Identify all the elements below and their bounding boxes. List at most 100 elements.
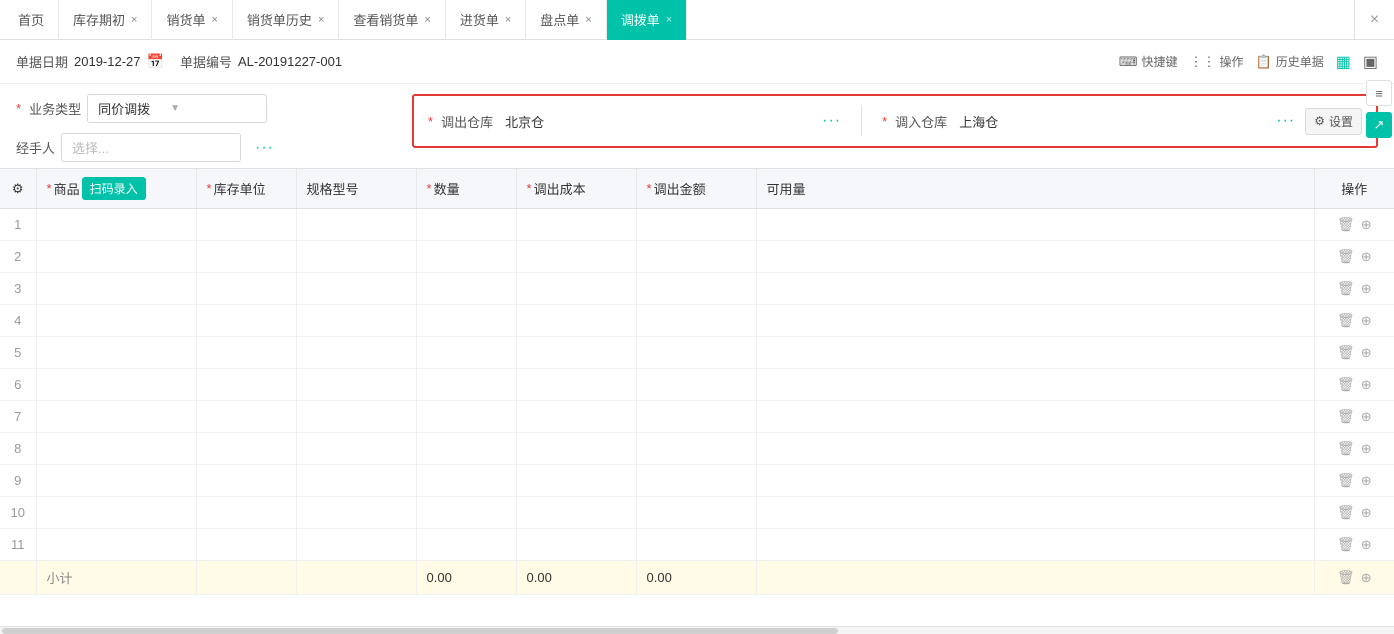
- delete-icon[interactable]: 🗑: [1337, 248, 1355, 265]
- cell-qty[interactable]: [416, 369, 516, 401]
- cell-cost[interactable]: [516, 273, 636, 305]
- scrollbar-area[interactable]: [0, 626, 1394, 634]
- grid-view-1-button[interactable]: ▦: [1336, 52, 1351, 72]
- operation-button[interactable]: ⋮⋮ 操作: [1190, 53, 1244, 70]
- cell-cost[interactable]: [516, 465, 636, 497]
- delete-icon[interactable]: 🗑: [1337, 472, 1355, 489]
- copy-icon[interactable]: ⊕: [1361, 441, 1372, 457]
- sidebar-list-icon[interactable]: ≡: [1366, 80, 1392, 106]
- tab-inventory-init-close[interactable]: ×: [131, 14, 137, 26]
- delete-icon[interactable]: 🗑: [1337, 376, 1355, 393]
- copy-icon[interactable]: ⊕: [1361, 473, 1372, 489]
- copy-icon[interactable]: ⊕: [1361, 505, 1372, 521]
- cell-qty[interactable]: [416, 209, 516, 241]
- tab-sales-order[interactable]: 销货单 ×: [152, 0, 232, 40]
- tab-inventory-init[interactable]: 库存期初 ×: [59, 0, 152, 40]
- tab-purchase-order[interactable]: 进货单 ×: [446, 0, 526, 40]
- copy-icon[interactable]: ⊕: [1361, 217, 1372, 233]
- cell-unit: [196, 529, 296, 561]
- grid-view-2-button[interactable]: ▣: [1363, 52, 1378, 72]
- cell-cost[interactable]: [516, 401, 636, 433]
- copy-icon[interactable]: ⊕: [1361, 537, 1372, 553]
- tab-sales-order-close[interactable]: ×: [211, 14, 217, 26]
- cell-qty[interactable]: [416, 241, 516, 273]
- delete-icon[interactable]: 🗑: [1337, 536, 1355, 553]
- cell-product[interactable]: [36, 273, 196, 305]
- cell-available: [756, 369, 1314, 401]
- cell-unit: [196, 401, 296, 433]
- cell-product[interactable]: [36, 305, 196, 337]
- copy-icon[interactable]: ⊕: [1361, 313, 1372, 329]
- cell-product[interactable]: [36, 209, 196, 241]
- tab-inventory-count[interactable]: 盘点单 ×: [526, 0, 606, 40]
- tab-home[interactable]: 首页: [0, 0, 59, 40]
- copy-icon[interactable]: ⊕: [1361, 281, 1372, 297]
- cell-qty[interactable]: [416, 433, 516, 465]
- delete-icon[interactable]: 🗑: [1337, 344, 1355, 361]
- delete-icon[interactable]: 🗑: [1337, 408, 1355, 425]
- cell-actions: 🗑 ⊕: [1314, 241, 1394, 273]
- delete-icon[interactable]: 🗑: [1337, 312, 1355, 329]
- tab-transfer-order[interactable]: 调拨单 ×: [607, 0, 687, 40]
- cell-qty[interactable]: [416, 337, 516, 369]
- cell-qty[interactable]: [416, 529, 516, 561]
- cell-product[interactable]: [36, 497, 196, 529]
- subtotal-copy-icon[interactable]: ⊕: [1361, 570, 1372, 586]
- shortcut-button[interactable]: ⌨ 快捷键: [1119, 53, 1178, 70]
- tab-view-sales[interactable]: 查看销货单 ×: [339, 0, 445, 40]
- cell-qty[interactable]: [416, 465, 516, 497]
- cell-cost[interactable]: [516, 433, 636, 465]
- sidebar-export-icon[interactable]: ↗: [1366, 112, 1392, 138]
- settings-label: 设置: [1329, 113, 1353, 130]
- calendar-icon[interactable]: 📅: [147, 53, 164, 70]
- delete-icon[interactable]: 🗑: [1337, 280, 1355, 297]
- cell-cost[interactable]: [516, 241, 636, 273]
- copy-icon[interactable]: ⊕: [1361, 345, 1372, 361]
- cell-product[interactable]: [36, 529, 196, 561]
- cell-cost[interactable]: [516, 209, 636, 241]
- cell-qty[interactable]: [416, 497, 516, 529]
- handler-more-button[interactable]: ···: [255, 139, 274, 157]
- delete-icon[interactable]: 🗑: [1337, 504, 1355, 521]
- delete-icon[interactable]: 🗑: [1337, 440, 1355, 457]
- gear-icon[interactable]: ⚙: [12, 181, 24, 196]
- delete-icon[interactable]: 🗑: [1337, 216, 1355, 233]
- cell-qty[interactable]: [416, 305, 516, 337]
- scrollbar-thumb[interactable]: [2, 628, 838, 634]
- cell-cost[interactable]: [516, 337, 636, 369]
- cell-qty[interactable]: [416, 401, 516, 433]
- cell-available: [756, 273, 1314, 305]
- cell-cost[interactable]: [516, 305, 636, 337]
- cell-cost[interactable]: [516, 529, 636, 561]
- cell-product[interactable]: [36, 465, 196, 497]
- th-operation: 操作: [1314, 169, 1394, 209]
- cell-product[interactable]: [36, 337, 196, 369]
- cell-product[interactable]: [36, 241, 196, 273]
- tab-sales-history[interactable]: 销货单历史 ×: [233, 0, 339, 40]
- subtotal-delete-icon[interactable]: 🗑: [1337, 569, 1355, 586]
- settings-button[interactable]: ⚙ 设置: [1305, 108, 1362, 135]
- cell-product[interactable]: [36, 401, 196, 433]
- copy-icon[interactable]: ⊕: [1361, 377, 1372, 393]
- cell-cost[interactable]: [516, 369, 636, 401]
- copy-icon[interactable]: ⊕: [1361, 249, 1372, 265]
- cell-product[interactable]: [36, 369, 196, 401]
- cell-qty[interactable]: [416, 273, 516, 305]
- business-type-dropdown[interactable]: 同价调拨 ▼: [87, 94, 267, 123]
- tab-purchase-order-close[interactable]: ×: [505, 14, 511, 26]
- close-window-button[interactable]: ×: [1354, 0, 1394, 40]
- toolbar-right: ⌨ 快捷键 ⋮⋮ 操作 📋 历史单据 ▦ ▣: [1119, 52, 1378, 72]
- tab-inventory-count-close[interactable]: ×: [585, 14, 591, 26]
- copy-icon[interactable]: ⊕: [1361, 409, 1372, 425]
- cell-product[interactable]: [36, 433, 196, 465]
- tab-sales-history-close[interactable]: ×: [318, 14, 324, 26]
- tab-transfer-order-close[interactable]: ×: [666, 14, 672, 26]
- tab-view-sales-close[interactable]: ×: [424, 14, 430, 26]
- target-warehouse-more-button[interactable]: ···: [1276, 112, 1295, 130]
- source-warehouse-more-button[interactable]: ···: [822, 112, 841, 130]
- handler-dropdown[interactable]: 选择...: [61, 133, 241, 162]
- scan-btn[interactable]: 扫码录入: [82, 177, 146, 200]
- history-button[interactable]: 📋 历史单据: [1256, 53, 1324, 70]
- tab-view-sales-label: 查看销货单: [353, 10, 418, 29]
- cell-cost[interactable]: [516, 497, 636, 529]
